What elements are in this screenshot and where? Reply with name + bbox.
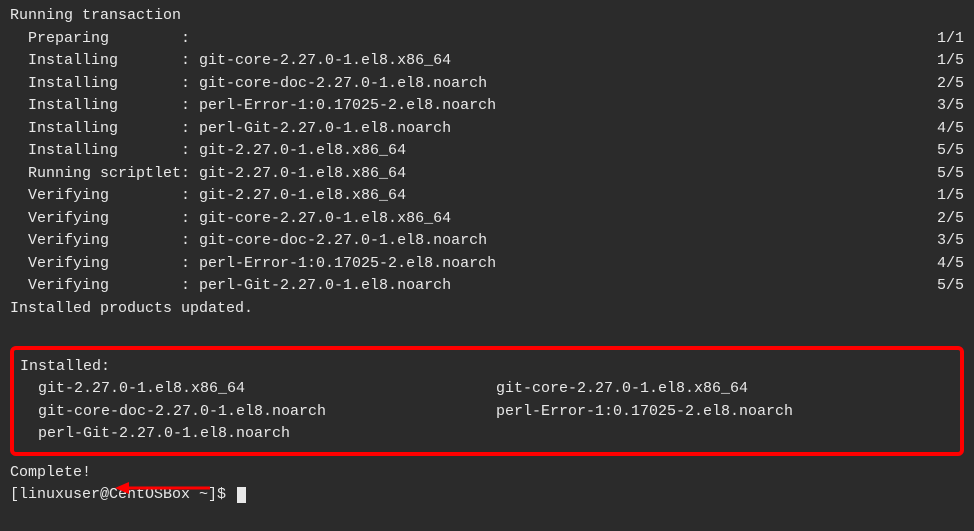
transaction-text: Installing : perl-Error-1:0.17025-2.el8.… — [10, 95, 496, 118]
transaction-progress: 2/5 — [937, 208, 964, 231]
transaction-line: Installing : git-core-doc-2.27.0-1.el8.n… — [10, 73, 964, 96]
transaction-line: Running scriptlet: git-2.27.0-1.el8.x86_… — [10, 163, 964, 186]
installed-package: git-core-doc-2.27.0-1.el8.noarch — [38, 401, 496, 424]
transaction-progress: 3/5 — [937, 95, 964, 118]
transaction-text: Preparing : — [10, 28, 199, 51]
transaction-line: Verifying : git-core-2.27.0-1.el8.x86_64… — [10, 208, 964, 231]
transaction-text: Verifying : perl-Git-2.27.0-1.el8.noarch — [10, 275, 451, 298]
installed-package: git-core-2.27.0-1.el8.x86_64 — [496, 378, 954, 401]
transaction-header: Running transaction — [10, 5, 964, 28]
transaction-progress: 2/5 — [937, 73, 964, 96]
installed-box-highlight: Installed: git-2.27.0-1.el8.x86_64git-co… — [10, 346, 964, 456]
shell-prompt[interactable]: [linuxuser@CentOSBox ~]$ — [10, 484, 964, 507]
transaction-text: Installing : git-2.27.0-1.el8.x86_64 — [10, 140, 406, 163]
products-updated-line: Installed products updated. — [10, 298, 964, 321]
transaction-text: Verifying : git-core-2.27.0-1.el8.x86_64 — [10, 208, 451, 231]
installed-package: perl-Error-1:0.17025-2.el8.noarch — [496, 401, 954, 424]
transaction-text: Verifying : git-core-doc-2.27.0-1.el8.no… — [10, 230, 487, 253]
transaction-progress: 5/5 — [937, 140, 964, 163]
transaction-progress: 3/5 — [937, 230, 964, 253]
transaction-line: Preparing : 1/1 — [10, 28, 964, 51]
transaction-line: Verifying : git-core-doc-2.27.0-1.el8.no… — [10, 230, 964, 253]
transaction-line: Verifying : git-2.27.0-1.el8.x86_64 1/5 — [10, 185, 964, 208]
transaction-line: Verifying : perl-Error-1:0.17025-2.el8.n… — [10, 253, 964, 276]
installed-header: Installed: — [20, 356, 954, 379]
cursor-icon — [237, 487, 246, 503]
transaction-progress: 5/5 — [937, 275, 964, 298]
transaction-text: Installing : git-core-doc-2.27.0-1.el8.n… — [10, 73, 487, 96]
transaction-progress: 5/5 — [937, 163, 964, 186]
transaction-text: Verifying : perl-Error-1:0.17025-2.el8.n… — [10, 253, 496, 276]
transaction-list: Preparing : 1/1 Installing : git-core-2.… — [10, 28, 964, 298]
transaction-line: Installing : perl-Git-2.27.0-1.el8.noarc… — [10, 118, 964, 141]
transaction-line: Verifying : perl-Git-2.27.0-1.el8.noarch… — [10, 275, 964, 298]
transaction-line: Installing : git-core-2.27.0-1.el8.x86_6… — [10, 50, 964, 73]
transaction-text: Running scriptlet: git-2.27.0-1.el8.x86_… — [10, 163, 406, 186]
transaction-progress: 4/5 — [937, 118, 964, 141]
transaction-line: Installing : git-2.27.0-1.el8.x86_64 5/5 — [10, 140, 964, 163]
transaction-text: Installing : perl-Git-2.27.0-1.el8.noarc… — [10, 118, 451, 141]
transaction-progress: 1/5 — [937, 50, 964, 73]
transaction-text: Installing : git-core-2.27.0-1.el8.x86_6… — [10, 50, 451, 73]
transaction-progress: 4/5 — [937, 253, 964, 276]
prompt-text: [linuxuser@CentOSBox ~]$ — [10, 484, 235, 507]
blank-line — [10, 320, 964, 343]
installed-package: perl-Git-2.27.0-1.el8.noarch — [38, 423, 496, 446]
transaction-progress: 1/1 — [937, 28, 964, 51]
transaction-text: Verifying : git-2.27.0-1.el8.x86_64 — [10, 185, 406, 208]
installed-packages-grid: git-2.27.0-1.el8.x86_64git-core-2.27.0-1… — [20, 378, 954, 446]
transaction-progress: 1/5 — [937, 185, 964, 208]
installed-package: git-2.27.0-1.el8.x86_64 — [38, 378, 496, 401]
complete-line: Complete! — [10, 462, 964, 485]
transaction-line: Installing : perl-Error-1:0.17025-2.el8.… — [10, 95, 964, 118]
